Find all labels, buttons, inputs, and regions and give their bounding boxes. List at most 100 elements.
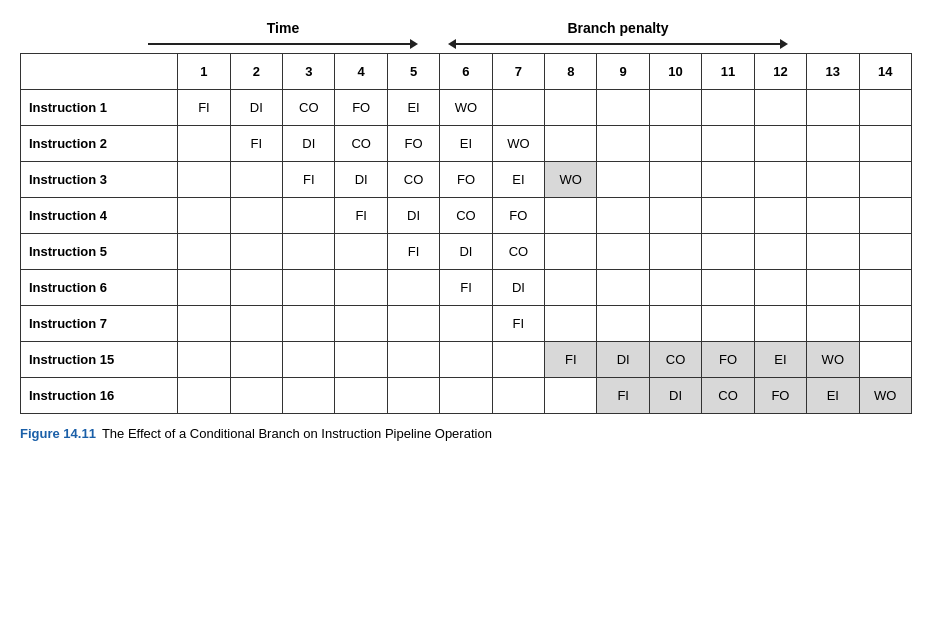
table-cell [754, 126, 806, 162]
table-row: Instruction 7 FI [21, 306, 912, 342]
table-cell [702, 306, 754, 342]
col-header-10: 10 [649, 54, 701, 90]
instruction-label: Instruction 6 [21, 270, 178, 306]
table-cell [807, 126, 859, 162]
table-cell [178, 378, 230, 414]
time-arrowhead [410, 39, 418, 49]
table-cell [649, 162, 701, 198]
table-cell: FI [492, 306, 544, 342]
table-cell: FO [492, 198, 544, 234]
table-cell [649, 306, 701, 342]
table-cell [387, 306, 439, 342]
time-arrow-section: Time [148, 20, 418, 49]
table-cell [440, 306, 492, 342]
table-cell [597, 234, 649, 270]
arrows-container: Time Branch penalty [20, 20, 912, 49]
table-cell: CO [440, 198, 492, 234]
table-cell [754, 90, 806, 126]
table-cell [335, 378, 387, 414]
table-cell [178, 270, 230, 306]
table-cell: FI [440, 270, 492, 306]
table-cell [387, 342, 439, 378]
instruction-label: Instruction 7 [21, 306, 178, 342]
col-header-9: 9 [597, 54, 649, 90]
table-cell [178, 306, 230, 342]
table-cell [649, 234, 701, 270]
table-cell [387, 378, 439, 414]
table-cell [492, 378, 544, 414]
instruction-label: Instruction 4 [21, 198, 178, 234]
table-cell: FI [597, 378, 649, 414]
table-cell: DI [597, 342, 649, 378]
col-header-5: 5 [387, 54, 439, 90]
table-cell [178, 342, 230, 378]
table-cell [807, 198, 859, 234]
table-cell: CO [283, 90, 335, 126]
empty-header [21, 54, 178, 90]
table-cell [859, 306, 911, 342]
table-row: Instruction 16FIDICOFOEIWO [21, 378, 912, 414]
table-cell: FO [387, 126, 439, 162]
col-header-3: 3 [283, 54, 335, 90]
table-cell [387, 270, 439, 306]
table-cell [649, 126, 701, 162]
table-cell [440, 378, 492, 414]
table-cell [545, 270, 597, 306]
page-container: Time Branch penalty 1 2 3 4 5 [20, 20, 912, 441]
table-cell [754, 270, 806, 306]
table-cell: CO [335, 126, 387, 162]
branch-arrow-section: Branch penalty [448, 20, 788, 49]
table-cell: FI [387, 234, 439, 270]
table-cell: EI [492, 162, 544, 198]
table-cell [702, 198, 754, 234]
table-cell: DI [440, 234, 492, 270]
table-cell [283, 270, 335, 306]
table-cell [283, 234, 335, 270]
table-cell [178, 126, 230, 162]
table-row: Instruction 2FIDICOFOEIWO [21, 126, 912, 162]
table-cell [335, 270, 387, 306]
table-cell [649, 90, 701, 126]
table-cell [230, 342, 282, 378]
table-cell: FI [178, 90, 230, 126]
table-cell: FO [702, 342, 754, 378]
table-cell [597, 198, 649, 234]
table-cell: CO [702, 378, 754, 414]
instruction-label: Instruction 16 [21, 378, 178, 414]
table-cell: FO [335, 90, 387, 126]
table-cell [597, 270, 649, 306]
table-cell [178, 234, 230, 270]
table-cell [283, 198, 335, 234]
table-cell: WO [859, 378, 911, 414]
col-header-2: 2 [230, 54, 282, 90]
col-header-11: 11 [702, 54, 754, 90]
figure-caption: Figure 14.11 The Effect of a Conditional… [20, 426, 912, 441]
table-row: Instruction 15FIDICOFOEIWO [21, 342, 912, 378]
table-cell [859, 270, 911, 306]
table-row: Instruction 1FIDICOFOEIWO [21, 90, 912, 126]
table-cell [545, 378, 597, 414]
table-cell: FI [230, 126, 282, 162]
table-cell: DI [649, 378, 701, 414]
table-cell [859, 90, 911, 126]
table-cell [283, 306, 335, 342]
table-cell [807, 306, 859, 342]
table-cell [492, 342, 544, 378]
table-cell [702, 270, 754, 306]
table-cell [440, 342, 492, 378]
table-cell [754, 306, 806, 342]
table-cell [807, 90, 859, 126]
table-cell [754, 198, 806, 234]
time-arrow [148, 39, 418, 49]
table-cell: CO [387, 162, 439, 198]
table-cell [230, 378, 282, 414]
table-cell [702, 126, 754, 162]
col-header-13: 13 [807, 54, 859, 90]
table-cell [859, 342, 911, 378]
table-cell: FI [545, 342, 597, 378]
time-shaft [148, 43, 410, 45]
table-cell [335, 342, 387, 378]
instruction-label: Instruction 3 [21, 162, 178, 198]
table-cell: DI [387, 198, 439, 234]
table-cell [178, 198, 230, 234]
